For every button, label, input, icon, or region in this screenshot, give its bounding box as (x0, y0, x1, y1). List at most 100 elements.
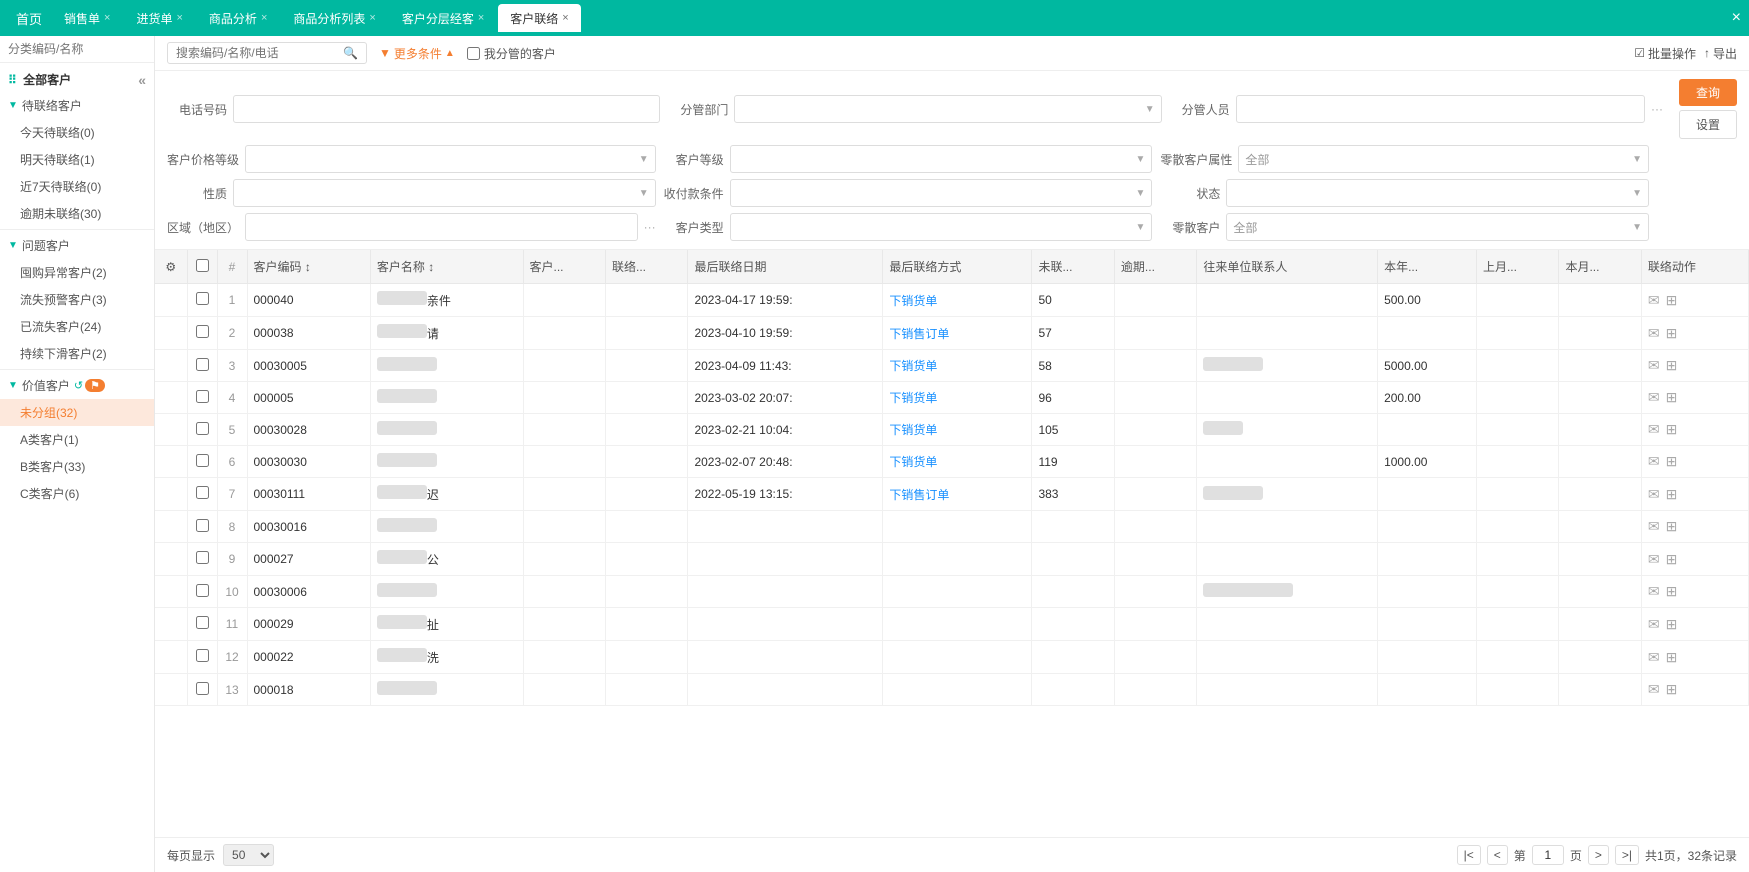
sidebar-group-value[interactable]: ▼ 价值客户 ↺ ⚑ (0, 372, 154, 399)
last-method-link[interactable]: 下销货单 (889, 423, 937, 437)
tab-analysis-list[interactable]: 商品分析列表 × (281, 4, 387, 32)
person-select[interactable] (1236, 95, 1645, 123)
grid-icon[interactable]: ⊞ (1666, 389, 1678, 406)
message-icon[interactable]: ✉ (1648, 453, 1660, 470)
status-select[interactable]: ▼ (1226, 179, 1649, 207)
last-method-link[interactable]: 下销售订单 (889, 488, 949, 502)
sidebar-collapse-icon[interactable]: « (138, 72, 146, 88)
sidebar-item-overdue[interactable]: 逾期未联络(30) (0, 200, 154, 227)
more-conditions-btn[interactable]: ▼ 更多条件 ▲ (379, 45, 455, 62)
batch-op-btn[interactable]: ☑ 批量操作 (1634, 45, 1696, 62)
all-customers-header[interactable]: ⠿ 全部客户 « (0, 63, 154, 92)
tab-sales[interactable]: 销售单 × (52, 4, 122, 32)
payment-select[interactable]: ▼ (730, 179, 1153, 207)
customer-type-select[interactable]: ▼ (730, 213, 1153, 241)
sidebar-group-problem[interactable]: ▼ 问题客户 (0, 232, 154, 259)
search-input[interactable] (176, 46, 339, 60)
checkbox-cell[interactable] (187, 414, 217, 446)
contact-person-col-header[interactable]: 往来单位联系人 (1197, 250, 1378, 284)
close-all-button[interactable]: × (1732, 9, 1741, 27)
last-page-btn[interactable]: >| (1615, 845, 1639, 865)
grid-icon[interactable]: ⊞ (1666, 681, 1678, 698)
close-sales-tab[interactable]: × (104, 12, 110, 24)
grid-icon[interactable]: ⊞ (1666, 357, 1678, 374)
sidebar-item-today[interactable]: 今天待联络(0) (0, 119, 154, 146)
my-customers-filter[interactable]: 我分管的客户 (467, 45, 556, 62)
row-checkbox[interactable] (196, 486, 209, 499)
message-icon[interactable]: ✉ (1648, 616, 1660, 633)
customer-tier-select[interactable]: ▼ (730, 145, 1153, 173)
message-icon[interactable]: ✉ (1648, 486, 1660, 503)
row-checkbox[interactable] (196, 390, 209, 403)
retail-attr-select[interactable]: 全部 ▼ (1238, 145, 1649, 173)
code-col-header[interactable]: 客户编码 ↕ (247, 250, 370, 284)
checkbox-col-header[interactable] (187, 250, 217, 284)
query-button[interactable]: 查询 (1679, 79, 1737, 106)
page-input[interactable] (1532, 845, 1564, 865)
my-customers-checkbox[interactable] (467, 47, 480, 60)
checkbox-cell[interactable] (187, 478, 217, 511)
sidebar-item-churned[interactable]: 已流失客户(24) (0, 313, 154, 340)
sidebar-item-tomorrow[interactable]: 明天待联络(1) (0, 146, 154, 173)
next-page-btn[interactable]: > (1588, 845, 1609, 865)
sidebar-item-c-class[interactable]: C类客户(6) (0, 480, 154, 507)
last-method-link[interactable]: 下销货单 (889, 359, 937, 373)
checkbox-cell[interactable] (187, 674, 217, 706)
type-col-header[interactable]: 客户... (523, 250, 605, 284)
sidebar-item-ungrouped[interactable]: 未分组(32) (0, 399, 154, 426)
sidebar-item-a-class[interactable]: A类客户(1) (0, 426, 154, 453)
last-month-col-header[interactable]: 上月... (1476, 250, 1558, 284)
message-icon[interactable]: ✉ (1648, 357, 1660, 374)
row-checkbox[interactable] (196, 584, 209, 597)
grid-icon[interactable]: ⊞ (1666, 292, 1678, 309)
export-btn[interactable]: ↑ 导出 (1704, 45, 1737, 62)
checkbox-cell[interactable] (187, 608, 217, 641)
row-checkbox[interactable] (196, 454, 209, 467)
page-size-select[interactable]: 50 20 100 (223, 844, 274, 866)
message-icon[interactable]: ✉ (1648, 518, 1660, 535)
close-purchase-tab[interactable]: × (176, 12, 182, 24)
home-tab[interactable]: 首页 (8, 9, 50, 28)
last-method-link[interactable]: 下销货单 (889, 455, 937, 469)
sidebar-search-input[interactable] (8, 42, 155, 56)
contact-col-header[interactable]: 联络... (605, 250, 687, 284)
message-icon[interactable]: ✉ (1648, 551, 1660, 568)
grid-icon[interactable]: ⊞ (1666, 453, 1678, 470)
checkbox-cell[interactable] (187, 382, 217, 414)
checkbox-cell[interactable] (187, 641, 217, 674)
row-checkbox[interactable] (196, 519, 209, 532)
message-icon[interactable]: ✉ (1648, 649, 1660, 666)
refresh-icon[interactable]: ↺ (74, 379, 83, 392)
last-method-link[interactable]: 下销售订单 (889, 327, 949, 341)
checkbox-cell[interactable] (187, 446, 217, 478)
checkbox-cell[interactable] (187, 543, 217, 576)
grid-icon[interactable]: ⊞ (1666, 551, 1678, 568)
tab-purchase[interactable]: 进货单 × (124, 4, 194, 32)
this-month-col-header[interactable]: 本月... (1559, 250, 1641, 284)
first-page-btn[interactable]: |< (1457, 845, 1481, 865)
tab-analysis[interactable]: 商品分析 × (197, 4, 279, 32)
row-checkbox[interactable] (196, 649, 209, 662)
person-dots[interactable]: ··· (1651, 102, 1663, 116)
sidebar-item-7days[interactable]: 近7天待联络(0) (0, 173, 154, 200)
search-icon[interactable]: 🔍 (343, 46, 358, 60)
row-checkbox[interactable] (196, 422, 209, 435)
overdue-col-header[interactable]: 逾期... (1114, 250, 1196, 284)
tab-customer-contact[interactable]: 客户联络 × (498, 4, 580, 32)
message-icon[interactable]: ✉ (1648, 421, 1660, 438)
message-icon[interactable]: ✉ (1648, 389, 1660, 406)
sidebar-item-b-class[interactable]: B类客户(33) (0, 453, 154, 480)
sidebar-item-hoarding[interactable]: 囤购异常客户(2) (0, 259, 154, 286)
grid-icon[interactable]: ⊞ (1666, 583, 1678, 600)
name-col-header[interactable]: 客户名称 ↕ (370, 250, 523, 284)
last-date-col-header[interactable]: 最后联络日期 (688, 250, 883, 284)
row-checkbox[interactable] (196, 682, 209, 695)
last-method-link[interactable]: 下销货单 (889, 391, 937, 405)
prev-page-btn[interactable]: < (1487, 845, 1508, 865)
message-icon[interactable]: ✉ (1648, 583, 1660, 600)
grid-icon[interactable]: ⊞ (1666, 421, 1678, 438)
row-checkbox[interactable] (196, 616, 209, 629)
row-checkbox[interactable] (196, 358, 209, 371)
tab-customer-tier[interactable]: 客户分层经客 × (390, 4, 496, 32)
close-analysis-list-tab[interactable]: × (369, 12, 375, 24)
